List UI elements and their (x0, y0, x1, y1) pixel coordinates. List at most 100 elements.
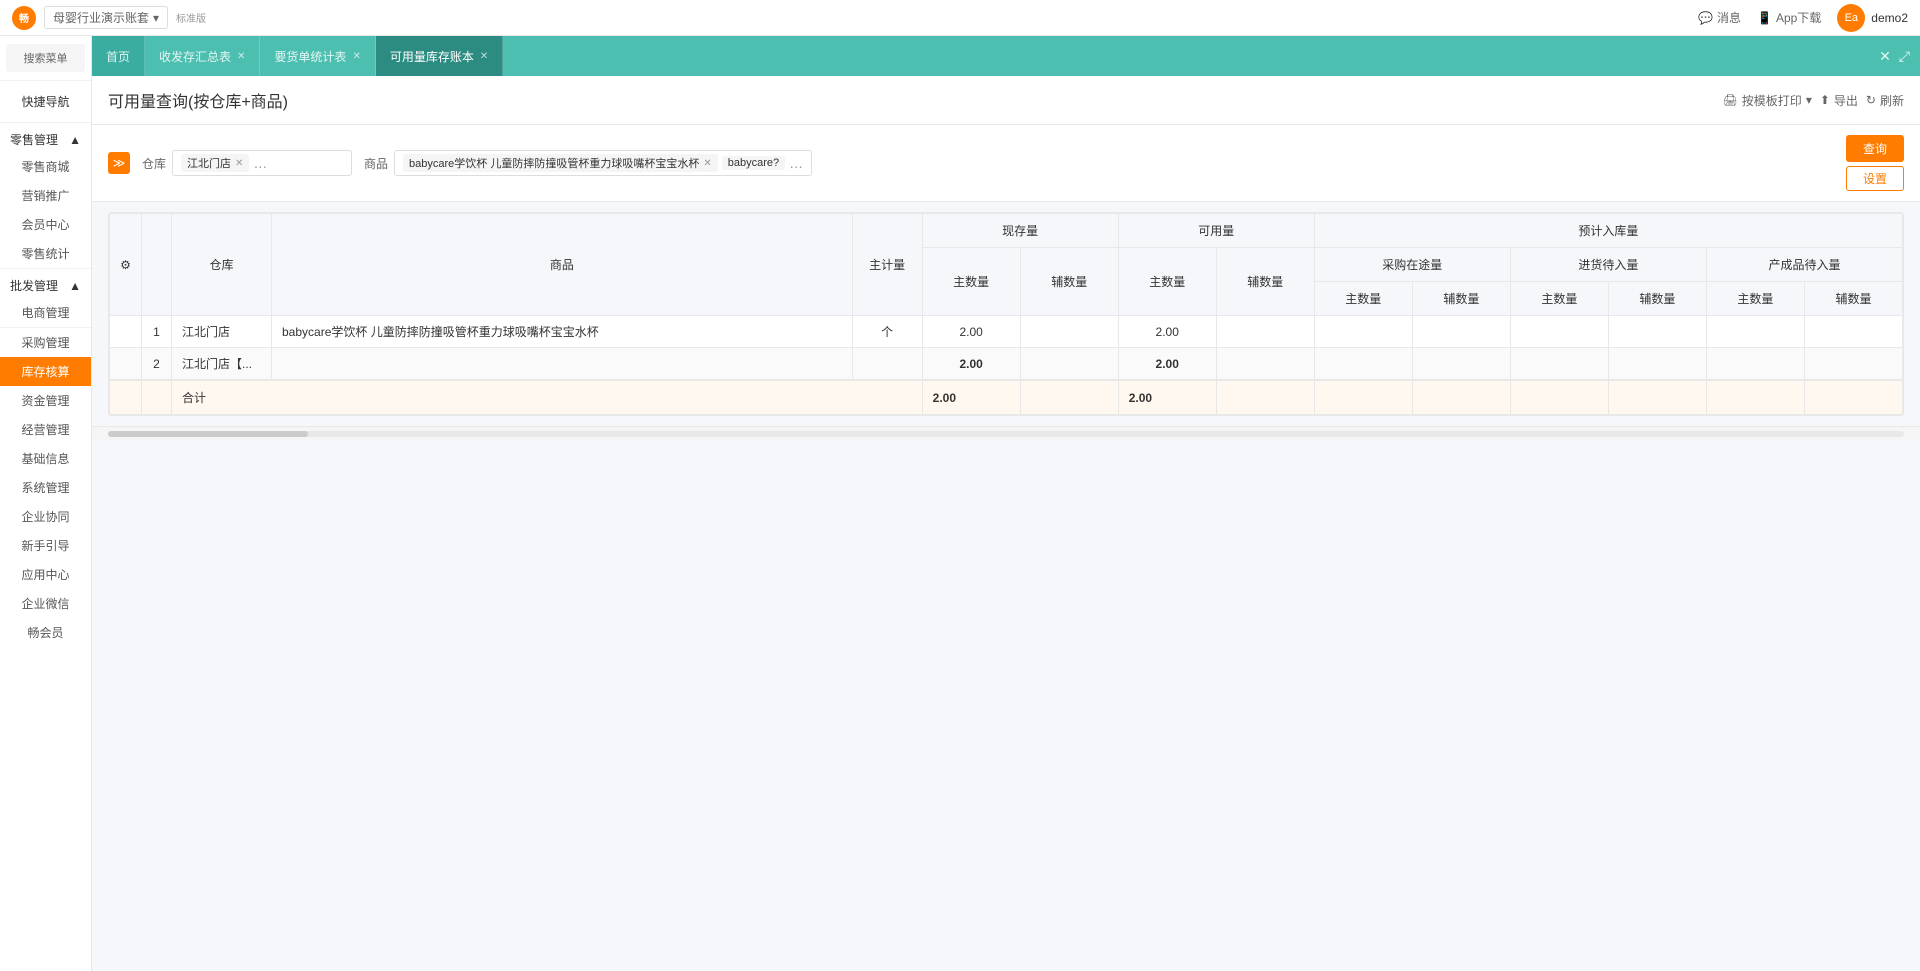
footer-label: 合计 (172, 380, 923, 415)
th-ip-aux: 辅数量 (1608, 282, 1706, 316)
main-layout: 搜索菜单 快捷导航 零售管理 ▲ 零售商城 营销推广 会员中心 零售统计 批发管… (0, 36, 1920, 971)
th-stock-main: 主数量 (922, 248, 1020, 316)
sidebar-header-retail[interactable]: 零售管理 ▲ (0, 123, 91, 152)
warehouse-filter: 仓库 江北门店 ✕ … (142, 150, 352, 176)
th-inbound-pending: 进货待入量 (1510, 248, 1706, 282)
expand-icon[interactable]: ⤢ (1899, 48, 1910, 65)
th-avail-aux: 辅数量 (1216, 248, 1314, 316)
sidebar-header-wholesale[interactable]: 批发管理 ▲ (0, 269, 91, 298)
export-icon: ⬆ (1820, 93, 1830, 107)
product-tag1: babycare学饮杯 儿童防摔防撞吸管杯重力球吸嘴杯宝宝水杯 ✕ (403, 154, 718, 172)
row2-gear[interactable] (110, 348, 142, 381)
tab-bar-right: ✕ ⤢ (1879, 48, 1920, 65)
product-filter: 商品 babycare学饮杯 儿童防摔防撞吸管杯重力球吸嘴杯宝宝水杯 ✕ bab… (364, 150, 812, 176)
sidebar-item-ecommerce[interactable]: 电商管理 (0, 298, 91, 327)
tab-home[interactable]: 首页 (92, 36, 145, 76)
warehouse-more-icon[interactable]: … (253, 155, 267, 171)
th-product: 商品 (272, 214, 853, 316)
company-selector[interactable]: 母婴行业演示账套 ▾ (44, 6, 168, 29)
product-input[interactable]: babycare学饮杯 儿童防摔防撞吸管杯重力球吸嘴杯宝宝水杯 ✕ babyca… (394, 150, 812, 176)
th-stock-aux: 辅数量 (1020, 248, 1118, 316)
footer-pt-aux (1412, 380, 1510, 415)
warehouse-tag-close[interactable]: ✕ (235, 158, 243, 169)
app-download-btn[interactable]: 📱 App下载 (1757, 9, 1821, 26)
row1-pt-main (1314, 316, 1412, 348)
th-gear[interactable]: ⚙ (110, 214, 142, 316)
sidebar-section-wholesale: 批发管理 ▲ 电商管理 (0, 269, 91, 328)
sidebar-item-app-center[interactable]: 应用中心 (0, 560, 91, 589)
row2-pp-aux (1804, 348, 1902, 381)
template-print-btn[interactable]: 🖨 按模板打印 ▾ (1723, 92, 1812, 109)
sidebar-item-retail-stats[interactable]: 零售统计 (0, 239, 91, 268)
row2-product (272, 348, 853, 381)
row1-num: 1 (142, 316, 172, 348)
product-tag1-close[interactable]: ✕ (703, 158, 711, 169)
sidebar-item-finance[interactable]: 资金管理 (0, 386, 91, 415)
th-current-stock: 现存量 (922, 214, 1118, 248)
close-window-icon[interactable]: ✕ (1879, 48, 1891, 65)
warehouse-label: 仓库 (142, 155, 166, 172)
message-icon: 💬 (1698, 11, 1713, 25)
footer-pp-aux (1804, 380, 1902, 415)
page-header: 可用量查询(按仓库+商品) 🖨 按模板打印 ▾ ⬆ 导出 ↻ 刷新 (92, 76, 1920, 125)
query-btn[interactable]: 查询 (1846, 135, 1904, 162)
th-pt-main: 主数量 (1314, 282, 1412, 316)
sidebar-item-system[interactable]: 系统管理 (0, 473, 91, 502)
row2-ip-main (1510, 348, 1608, 381)
tab-collection-summary[interactable]: 收发存汇总表 ✕ (145, 36, 260, 76)
row1-pp-main (1706, 316, 1804, 348)
scroll-bar-area (92, 426, 1920, 440)
scroll-track[interactable] (108, 431, 1904, 437)
export-btn[interactable]: ⬆ 导出 (1820, 92, 1858, 109)
sidebar-item-quicknav[interactable]: 快捷导航 (0, 87, 91, 116)
sidebar-item-vip[interactable]: 畅会员 (0, 618, 91, 647)
row2-avail-aux (1216, 348, 1314, 381)
sidebar-quick-nav: 快捷导航 (0, 81, 91, 123)
sidebar-item-operations[interactable]: 经营管理 (0, 415, 91, 444)
th-pp-main: 主数量 (1706, 282, 1804, 316)
sidebar-item-guide[interactable]: 新手引导 (0, 531, 91, 560)
search-menu-btn[interactable]: 搜索菜单 (6, 44, 85, 72)
row1-avail-main: 2.00 (1118, 316, 1216, 348)
filter-area: ≫ 仓库 江北门店 ✕ … 商品 babycare (92, 125, 1920, 202)
data-table: ⚙ 仓库 商品 主计量 现存量 可用量 预计入库量 主数量 辅数量 (109, 213, 1903, 415)
table-container: ⚙ 仓库 商品 主计量 现存量 可用量 预计入库量 主数量 辅数量 (108, 212, 1904, 416)
tab-available-inventory[interactable]: 可用量库存账本 ✕ (376, 36, 503, 76)
sidebar-item-member-center[interactable]: 会员中心 (0, 210, 91, 239)
tab-close-available[interactable]: ✕ (480, 51, 488, 62)
product-more-icon[interactable]: … (789, 155, 803, 171)
th-avail-main: 主数量 (1118, 248, 1216, 316)
expand-filter-btn[interactable]: ≫ (108, 152, 130, 174)
footer-gear (110, 380, 142, 415)
tab-close-order[interactable]: ✕ (352, 51, 360, 62)
product-label: 商品 (364, 155, 388, 172)
page-title: 可用量查询(按仓库+商品) (108, 88, 288, 112)
row2-ip-aux (1608, 348, 1706, 381)
warehouse-input[interactable]: 江北门店 ✕ … (172, 150, 352, 176)
page-header-actions: 🖨 按模板打印 ▾ ⬆ 导出 ↻ 刷新 (1723, 92, 1904, 109)
top-bar-right: 💬 消息 📱 App下载 Ea demo2 (1698, 4, 1908, 32)
row1-gear[interactable] (110, 316, 142, 348)
chevron-icon2: ▲ (69, 279, 81, 293)
tab-close-collection[interactable]: ✕ (237, 51, 245, 62)
footer-ip-aux (1608, 380, 1706, 415)
tab-order-stats[interactable]: 要货单统计表 ✕ (260, 36, 375, 76)
sidebar-item-inventory[interactable]: 库存核算 (0, 357, 91, 386)
sidebar-item-marketing[interactable]: 营销推广 (0, 181, 91, 210)
sidebar-item-retail-mall[interactable]: 零售商城 (0, 152, 91, 181)
sidebar-item-purchase[interactable]: 采购管理 (0, 328, 91, 357)
settings-btn[interactable]: 设置 (1846, 166, 1904, 191)
row1-pp-aux (1804, 316, 1902, 348)
sidebar-item-wechat[interactable]: 企业微信 (0, 589, 91, 618)
sidebar-item-enterprise[interactable]: 企业协同 (0, 502, 91, 531)
scroll-thumb[interactable] (108, 431, 308, 437)
th-products-pending: 产成品待入量 (1706, 248, 1902, 282)
footer-stock-aux (1020, 380, 1118, 415)
message-btn[interactable]: 💬 消息 (1698, 9, 1741, 26)
row2-unit (852, 348, 922, 381)
sidebar-item-basic-info[interactable]: 基础信息 (0, 444, 91, 473)
refresh-btn[interactable]: ↻ 刷新 (1866, 92, 1904, 109)
footer-ip-main (1510, 380, 1608, 415)
table-footer-row: 合计 2.00 2.00 (110, 380, 1903, 415)
row2-warehouse: 江北门店【... (172, 348, 272, 381)
